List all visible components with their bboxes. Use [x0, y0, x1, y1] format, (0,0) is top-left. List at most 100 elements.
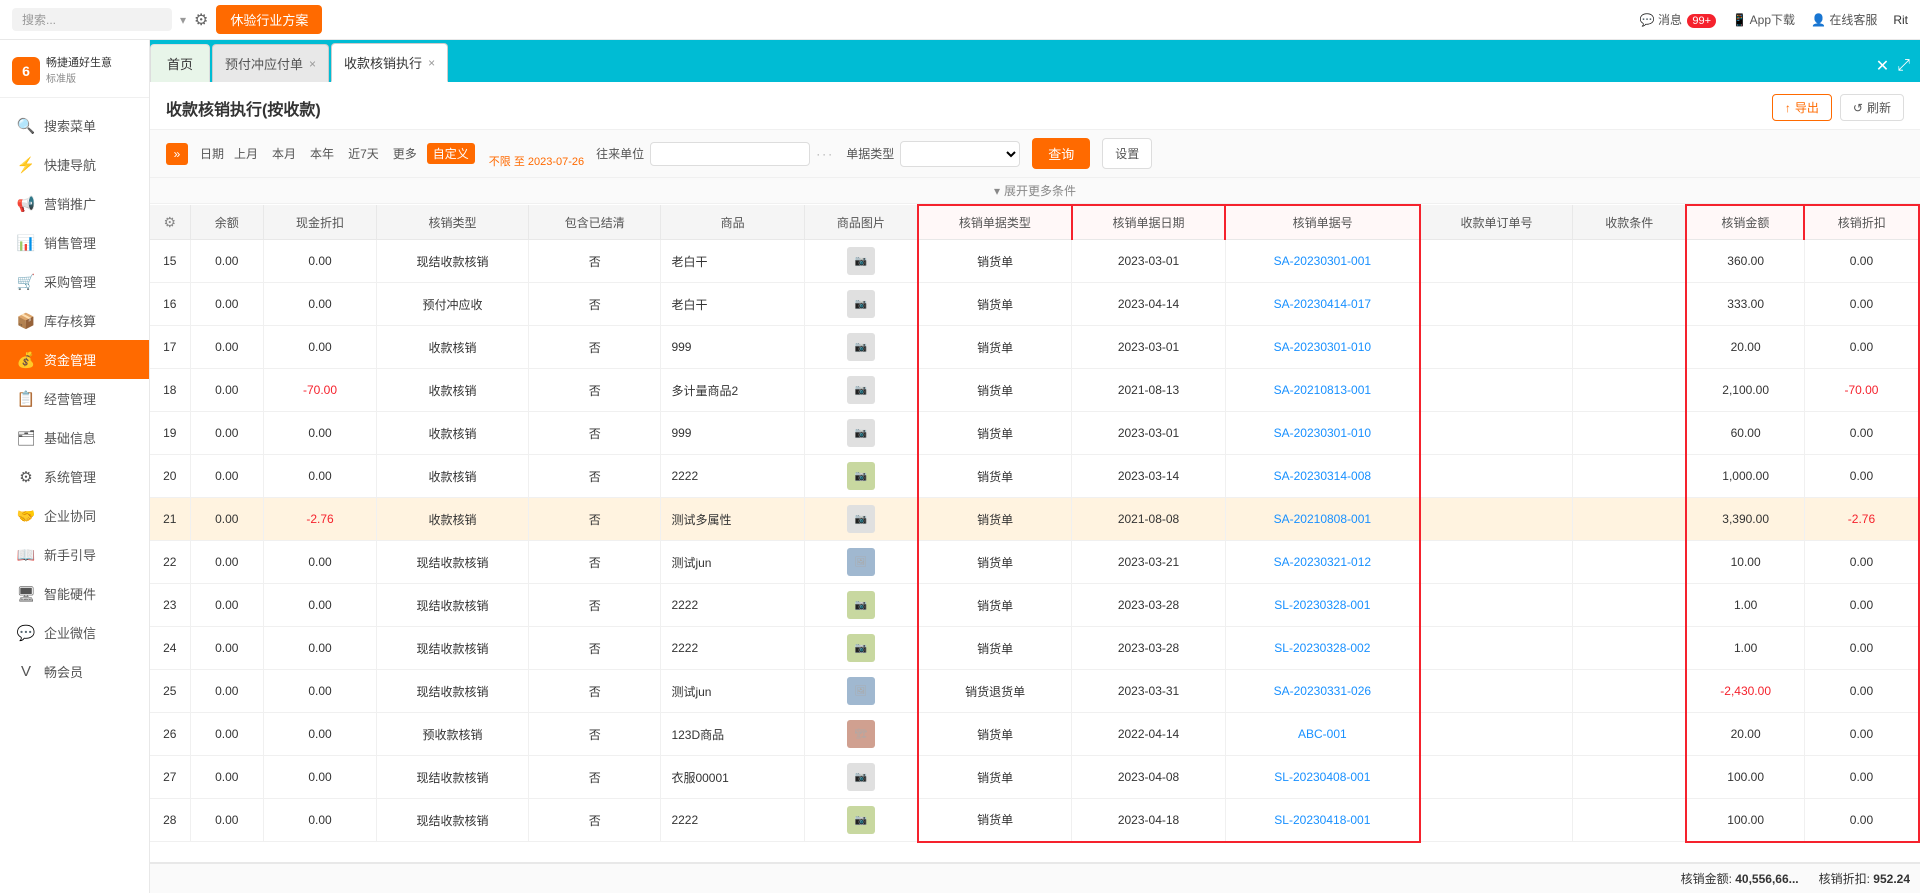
cell-balance: 0.00 — [190, 541, 264, 584]
table-settings-icon[interactable]: ⚙ — [163, 214, 176, 230]
date-this-month[interactable]: 本月 — [268, 143, 300, 164]
cell-product: 老白干 — [661, 240, 804, 283]
doc-no-link[interactable]: SA-20230331-026 — [1274, 684, 1371, 698]
cell-order-no — [1420, 498, 1573, 541]
cell-settled: 否 — [529, 412, 661, 455]
tab2-close-icon[interactable]: × — [428, 56, 435, 70]
th-settings[interactable]: ⚙ — [150, 205, 190, 240]
date-7days[interactable]: 近7天 — [344, 143, 383, 164]
tab-collection-write-off[interactable]: 收款核销执行 × — [331, 43, 448, 82]
table-row: 27 0.00 0.00 现结收款核销 否 衣服00001 📷 销货单 2023… — [150, 756, 1919, 799]
sidebar-item-system[interactable]: ⚙ 系统管理 — [0, 457, 149, 496]
doc-no-link[interactable]: SA-20230314-008 — [1274, 469, 1371, 483]
sidebar-item-quicknav[interactable]: ⚡ 快捷导航 — [0, 145, 149, 184]
sidebar-item-newguide[interactable]: 📖 新手引导 — [0, 535, 149, 574]
doc-no-link[interactable]: SA-20230414-017 — [1274, 297, 1371, 311]
sidebar: 6 畅捷通好生意 标准版 🔍 搜索菜单 ⚡ 快捷导航 📢 营销推广 📊 销售管理… — [0, 40, 150, 893]
doc-no-link[interactable]: SL-20230328-001 — [1274, 598, 1370, 612]
type-filter-select[interactable] — [900, 141, 1020, 167]
cell-cash-discount: 0.00 — [264, 326, 377, 369]
date-more[interactable]: 更多 — [389, 143, 421, 164]
source-filter-input[interactable] — [650, 142, 810, 166]
date-this-year[interactable]: 本年 — [306, 143, 338, 164]
cell-doc-date: 2023-03-14 — [1072, 455, 1226, 498]
sidebar-item-inventory[interactable]: 📦 库存核算 — [0, 301, 149, 340]
cell-product-img: 🖼 — [804, 541, 918, 584]
sidebar-item-purchase[interactable]: 🛒 采购管理 — [0, 262, 149, 301]
doc-no-link[interactable]: SL-20230408-001 — [1274, 770, 1370, 784]
cell-type: 现结收款核销 — [376, 756, 528, 799]
cell-doc-no: SA-20230301-010 — [1225, 326, 1419, 369]
cell-id: 27 — [150, 756, 190, 799]
tab1-close-icon[interactable]: × — [309, 57, 316, 71]
doc-no-link[interactable]: SA-20230301-010 — [1274, 426, 1371, 440]
tab-home[interactable]: 首页 — [150, 44, 210, 82]
sidebar-item-member[interactable]: V 畅会员 — [0, 652, 149, 691]
top-bar-right: 💬 消息 99+ 📱 App下载 👤 在线客服 Rit — [1640, 11, 1908, 28]
footer-discount: 核销折扣: 952.24 — [1819, 870, 1910, 887]
refresh-button[interactable]: ↺ 刷新 — [1840, 94, 1904, 121]
cell-id: 26 — [150, 713, 190, 756]
cell-cash-discount: 0.00 — [264, 412, 377, 455]
export-button[interactable]: ↑ 导出 — [1772, 94, 1832, 121]
date-prev-month[interactable]: 上月 — [230, 143, 262, 164]
online-service-link[interactable]: 👤 在线客服 — [1811, 11, 1877, 28]
cell-balance: 0.00 — [190, 369, 264, 412]
doc-no-link[interactable]: SL-20230328-002 — [1274, 641, 1370, 655]
tab-prepayment[interactable]: 预付冲应付单 × — [212, 44, 329, 82]
message-icon[interactable]: 💬 消息 99+ — [1640, 11, 1716, 28]
filter-expand-button[interactable]: » — [166, 143, 188, 165]
app-download-link[interactable]: 📱 App下载 — [1732, 11, 1795, 28]
cell-type: 收款核销 — [376, 326, 528, 369]
doc-no-link[interactable]: SA-20210808-001 — [1274, 512, 1371, 526]
top-search-box[interactable]: 搜索... — [12, 8, 172, 31]
sidebar-item-basic-info[interactable]: 🗂 基础信息 — [0, 418, 149, 457]
date-filter-group: 日期 上月 本月 本年 近7天 更多 自定义 — [200, 143, 475, 164]
cell-payment-terms — [1573, 240, 1687, 283]
sidebar-item-collab[interactable]: 🤝 企业协同 — [0, 496, 149, 535]
date-custom-btn[interactable]: 自定义 — [427, 143, 475, 164]
sidebar-item-marketing[interactable]: 📢 营销推广 — [0, 184, 149, 223]
cell-id: 25 — [150, 670, 190, 713]
sidebar-item-operations[interactable]: 📋 经营管理 — [0, 379, 149, 418]
query-button[interactable]: 查询 — [1032, 138, 1090, 169]
cell-settled: 否 — [529, 326, 661, 369]
type-filter-label: 单据类型 — [846, 145, 894, 162]
cell-doc-type: 销货单 — [918, 713, 1072, 756]
table-row: 25 0.00 0.00 现结收款核销 否 测试jun 🖼 销货退货单 2023… — [150, 670, 1919, 713]
close-window-icon[interactable]: ✕ — [1876, 56, 1889, 76]
gear-icon[interactable]: ⚙ — [194, 10, 208, 30]
doc-no-link[interactable]: SA-20230301-010 — [1274, 340, 1371, 354]
doc-no-link[interactable]: SA-20210813-001 — [1274, 383, 1371, 397]
sidebar-item-finance[interactable]: 💰 资金管理 — [0, 340, 149, 379]
cell-order-no — [1420, 369, 1573, 412]
industry-solution-button[interactable]: 休验行业方案 — [216, 5, 322, 34]
wechat-icon: 💬 — [16, 624, 36, 642]
product-image: 📷 — [847, 505, 875, 533]
sidebar-item-search[interactable]: 🔍 搜索菜单 — [0, 106, 149, 145]
cell-discount: 0.00 — [1804, 670, 1919, 713]
type-filter-group: 单据类型 — [846, 141, 1020, 167]
cell-type: 现结收款核销 — [376, 799, 528, 842]
sales-icon: 📊 — [16, 234, 36, 252]
cell-id: 24 — [150, 627, 190, 670]
cell-doc-date: 2023-04-14 — [1072, 283, 1226, 326]
cell-amount: 3,390.00 — [1686, 498, 1804, 541]
cell-cash-discount: 0.00 — [264, 713, 377, 756]
cell-doc-no: SA-20230414-017 — [1225, 283, 1419, 326]
sidebar-item-wechat[interactable]: 💬 企业微信 — [0, 613, 149, 652]
sidebar-label-basic-info: 基础信息 — [44, 428, 96, 447]
settings-button[interactable]: 设置 — [1102, 138, 1152, 169]
maximize-window-icon[interactable]: ⤢ — [1897, 57, 1910, 75]
doc-no-link[interactable]: ABC-001 — [1298, 727, 1347, 741]
page-content: 收款核销执行(按收款) ↑ 导出 ↺ 刷新 » 日期 上月 — [150, 82, 1920, 893]
doc-no-link[interactable]: SA-20230321-012 — [1274, 555, 1371, 569]
expand-conditions-button[interactable]: ▾ 展开更多条件 — [994, 182, 1076, 199]
table-container[interactable]: ⚙ 余额 现金折扣 核销类型 包含已结清 商品 商品图片 核销单据类型 核销单据… — [150, 204, 1920, 862]
doc-no-link[interactable]: SL-20230418-001 — [1274, 813, 1370, 827]
cell-product-img: 🖼 — [804, 670, 918, 713]
doc-no-link[interactable]: SA-20230301-001 — [1274, 254, 1371, 268]
cell-id: 28 — [150, 799, 190, 842]
sidebar-item-sales[interactable]: 📊 销售管理 — [0, 223, 149, 262]
sidebar-item-hardware[interactable]: 🖥 智能硬件 — [0, 574, 149, 613]
